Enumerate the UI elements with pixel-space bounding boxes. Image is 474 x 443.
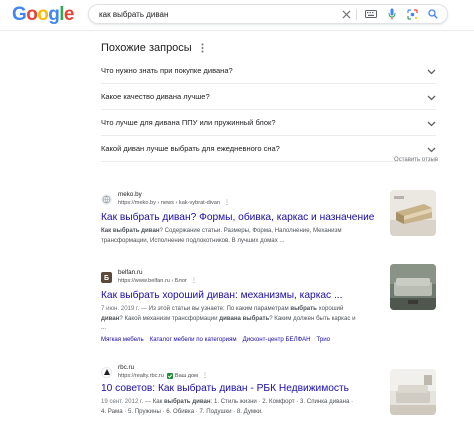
feedback-link[interactable]: Оставить отзыв	[394, 157, 438, 163]
clear-icon[interactable]	[342, 7, 351, 21]
snippet-text: ? Какой механизм трансформации	[119, 314, 220, 322]
sitelink[interactable]: Мягкая мебель	[101, 336, 144, 343]
chevron-down-icon	[427, 140, 436, 158]
search-result: meko.by https://meko.by › news › kak-vyb…	[101, 190, 436, 245]
svg-text:Б: Б	[104, 275, 109, 281]
result-date: 19 сент. 2012 г. —	[101, 398, 153, 405]
snippet-text: хороший	[316, 305, 344, 312]
chevron-down-icon	[427, 114, 436, 132]
question-text: Что лучше для дивана ППУ или пружинный б…	[101, 118, 276, 127]
chevron-down-icon	[427, 88, 436, 106]
related-question[interactable]: Какой диван лучше выбрать для ежедневног…	[101, 136, 436, 162]
site-name: meko.by	[118, 191, 142, 198]
result-thumbnail[interactable]	[390, 369, 436, 415]
result-thumbnail[interactable]	[390, 264, 436, 310]
question-text: Какое качество дивана лучше?	[101, 92, 210, 101]
logo-letter: o	[26, 4, 38, 25]
logo-letter: g	[48, 4, 60, 25]
search-input[interactable]	[99, 5, 339, 23]
site-name: rbc.ru	[118, 364, 135, 371]
search-box[interactable]	[88, 4, 448, 24]
site-url: https://www.belfan.ru › Блог	[118, 278, 187, 284]
snippet-highlight: дивана выбрать	[219, 314, 270, 322]
snippet-highlight: выбрать диван	[164, 398, 211, 405]
snippet-highlight: Как выбрать диван	[101, 227, 160, 234]
sitelink[interactable]: Каталог мебели по категориям	[150, 336, 237, 343]
search-icon[interactable]	[428, 7, 438, 21]
site-url: https://realty.rbc.ru	[118, 373, 164, 379]
search-result: Б belfan.ru https://www.belfan.ru › Блог…	[101, 264, 436, 343]
result-source[interactable]: meko.by https://meko.by › news › kak-vyb…	[101, 191, 436, 207]
header: Google	[0, 0, 474, 31]
more-options-icon[interactable]: ⋮	[202, 372, 208, 380]
related-questions-header: Похожие запросы	[101, 41, 204, 55]
result-source[interactable]: Б belfan.ru https://www.belfan.ru › Блог…	[101, 269, 436, 285]
more-options-icon[interactable]: ⋮	[191, 277, 197, 285]
voice-search-icon[interactable]	[388, 7, 396, 21]
keyboard-icon[interactable]	[365, 7, 377, 21]
more-options-icon[interactable]: ⋮	[224, 199, 230, 207]
sitelink[interactable]: Дисконт-центр БЕЛФАН	[243, 336, 311, 343]
rbc-favicon	[101, 366, 112, 378]
sitelink[interactable]: Трио	[316, 336, 330, 343]
related-question[interactable]: Какое качество дивана лучше?	[101, 84, 436, 110]
lens-icon[interactable]	[407, 7, 418, 21]
related-questions-title: Похожие запросы	[101, 42, 192, 54]
result-thumbnail[interactable]	[390, 190, 436, 236]
related-questions-list: Что нужно знать при покупке дивана? Како…	[101, 58, 436, 162]
logo-letter: o	[37, 4, 49, 25]
result-title-link[interactable]: 10 советов: Как выбрать диван - РБК Недв…	[101, 382, 436, 395]
snippet-highlight: диван	[101, 314, 120, 322]
chevron-down-icon	[427, 62, 436, 80]
snippet-highlight: выбрать	[290, 305, 317, 312]
divider	[356, 9, 357, 20]
site-url: https://meko.by › news › kak-vybrat-diva…	[118, 200, 220, 206]
belfan-favicon: Б	[101, 271, 112, 283]
verified-check-icon	[166, 373, 173, 379]
related-question[interactable]: Что лучше для дивана ППУ или пружинный б…	[101, 110, 436, 136]
related-question[interactable]: Что нужно знать при покупке дивана?	[101, 58, 436, 84]
sitelinks: Мягкая мебель Каталог мебели по категори…	[101, 336, 436, 343]
result-snippet: Как выбрать диван? Содержание статьи. Ра…	[101, 226, 356, 245]
result-title-link[interactable]: Как выбрать диван? Формы, обивка, каркас…	[101, 211, 436, 224]
more-options-icon[interactable]	[201, 43, 204, 53]
result-source[interactable]: rbc.ru https://realty.rbc.ru Ваш дом ⋮	[101, 364, 436, 380]
google-logo[interactable]: Google	[12, 4, 74, 26]
header-divider	[0, 30, 474, 31]
site-name: belfan.ru	[118, 269, 143, 276]
snippet-text: Из этой статьи вы узнаете: По каким пара…	[148, 305, 291, 312]
meko-favicon	[101, 193, 112, 205]
snippet-text: Как	[152, 398, 164, 405]
result-title-link[interactable]: Как выбрать хороший диван: механизмы, ка…	[101, 289, 436, 302]
question-text: Какой диван лучше выбрать для ежедневног…	[101, 144, 280, 153]
logo-letter: G	[12, 4, 27, 25]
search-result: rbc.ru https://realty.rbc.ru Ваш дом ⋮ 10 …	[101, 364, 436, 416]
result-snippet: 19 сент. 2012 г. — Как выбрать диван: 1.…	[101, 397, 356, 416]
question-text: Что нужно знать при покупке дивана?	[101, 66, 233, 75]
result-snippet: 7 июн. 2019 г. — Из этой статьи вы узнае…	[101, 304, 356, 333]
result-date: 7 июн. 2019 г. —	[101, 305, 149, 312]
logo-letter: e	[63, 4, 75, 25]
verified-label: Ваш дом	[174, 373, 199, 379]
